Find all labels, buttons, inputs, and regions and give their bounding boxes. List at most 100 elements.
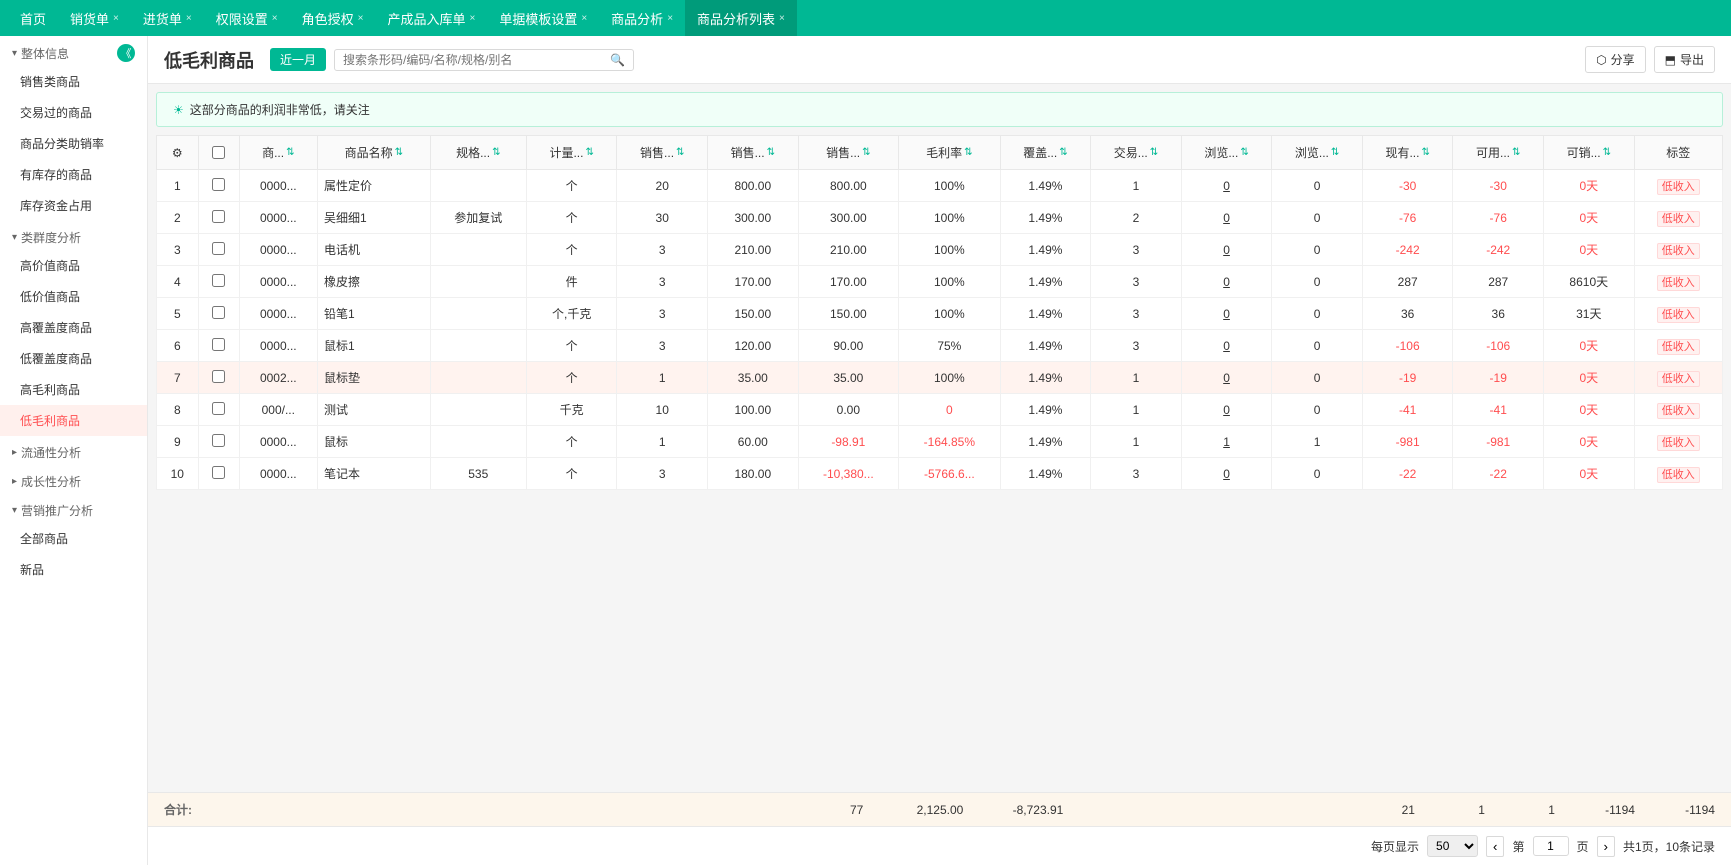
table-row: 7 0002... 鼠标垫 个 1 35.00 35.00 100% 1.49%…	[157, 362, 1723, 394]
collapse-sidebar-button[interactable]: 《	[117, 44, 135, 62]
row-browse1[interactable]: 0	[1181, 362, 1272, 394]
row-tag: 低收入	[1634, 298, 1722, 330]
th-spec[interactable]: 规格... ⇅	[430, 136, 526, 170]
nav-template-settings[interactable]: 单据模板设置 ×	[487, 0, 599, 36]
row-checkbox[interactable]	[212, 178, 225, 191]
row-gross-rate: 100%	[899, 170, 1001, 202]
row-index: 6	[157, 330, 199, 362]
sidebar-group-cluster[interactable]: ▾ 类群度分析	[0, 221, 147, 250]
sort-icon: ⇅	[1150, 147, 1158, 158]
sidebar-item-sales-products[interactable]: 销售类商品	[0, 66, 147, 97]
row-checkbox[interactable]	[212, 466, 225, 479]
th-unit[interactable]: 计量... ⇅	[526, 136, 617, 170]
th-code[interactable]: 商... ⇅	[239, 136, 317, 170]
sidebar-item-high-margin[interactable]: 高毛利商品	[0, 374, 147, 405]
nav-role-auth[interactable]: 角色授权 ×	[290, 0, 376, 36]
th-trades[interactable]: 交易... ⇅	[1091, 136, 1182, 170]
next-page-button[interactable]: ›	[1597, 836, 1615, 857]
date-filter-button[interactable]: 近一月	[270, 48, 326, 71]
close-icon[interactable]: ×	[272, 13, 278, 24]
row-checkbox[interactable]	[212, 434, 225, 447]
th-name[interactable]: 商品名称 ⇅	[318, 136, 431, 170]
search-input[interactable]	[343, 53, 610, 67]
row-checkbox[interactable]	[212, 274, 225, 287]
th-browse2[interactable]: 浏览... ⇅	[1272, 136, 1363, 170]
th-current[interactable]: 现有... ⇅	[1362, 136, 1453, 170]
sidebar-item-category-sales-rate[interactable]: 商品分类助销率	[0, 128, 147, 159]
th-sellable[interactable]: 可销... ⇅	[1544, 136, 1635, 170]
export-icon: ⬒	[1665, 53, 1676, 67]
search-icon[interactable]: 🔍	[610, 53, 625, 67]
sidebar-item-traded-products[interactable]: 交易过的商品	[0, 97, 147, 128]
sidebar-item-new-products[interactable]: 新品	[0, 554, 147, 585]
close-icon[interactable]: ×	[186, 13, 192, 24]
row-current: -106	[1362, 330, 1453, 362]
row-tag: 低收入	[1634, 458, 1722, 490]
sidebar-item-all-products[interactable]: 全部商品	[0, 523, 147, 554]
row-browse1[interactable]: 0	[1181, 266, 1272, 298]
nav-purchase-order[interactable]: 进货单 ×	[131, 0, 204, 36]
th-available[interactable]: 可用... ⇅	[1453, 136, 1544, 170]
th-settings[interactable]: ⚙	[157, 136, 199, 170]
th-browse1[interactable]: 浏览... ⇅	[1181, 136, 1272, 170]
row-browse1[interactable]: 0	[1181, 202, 1272, 234]
row-browse1[interactable]: 0	[1181, 330, 1272, 362]
th-sales3[interactable]: 销售... ⇅	[798, 136, 899, 170]
table-row: 5 0000... 铅笔1 个,千克 3 150.00 150.00 100% …	[157, 298, 1723, 330]
select-all-checkbox[interactable]	[212, 146, 225, 159]
row-sellable: 0天	[1544, 202, 1635, 234]
row-name: 测试	[318, 394, 431, 426]
per-page-select[interactable]: 50 100 200	[1427, 835, 1478, 857]
nav-sales-order[interactable]: 销货单 ×	[58, 0, 131, 36]
row-checkbox[interactable]	[212, 338, 225, 351]
th-sales1[interactable]: 销售... ⇅	[617, 136, 708, 170]
row-sales1: 1	[617, 426, 708, 458]
nav-permissions[interactable]: 权限设置 ×	[204, 0, 290, 36]
sidebar-item-low-coverage[interactable]: 低覆盖度商品	[0, 343, 147, 374]
row-checkbox[interactable]	[212, 242, 225, 255]
sidebar-group-circulation[interactable]: ▸ 流通性分析	[0, 436, 147, 465]
per-page-label: 每页显示	[1371, 838, 1419, 855]
nav-home[interactable]: 首页	[8, 0, 58, 36]
tag-badge: 低收入	[1657, 179, 1700, 195]
row-browse1[interactable]: 0	[1181, 170, 1272, 202]
sidebar-item-stocked-products[interactable]: 有库存的商品	[0, 159, 147, 190]
th-gross-rate[interactable]: 毛利率 ⇅	[899, 136, 1001, 170]
sidebar-group-overall[interactable]: ▾ 整体信息 《	[0, 36, 147, 66]
close-icon[interactable]: ×	[469, 13, 475, 24]
prev-page-button[interactable]: ‹	[1486, 836, 1504, 857]
close-icon[interactable]: ×	[779, 13, 785, 24]
row-browse1[interactable]: 1	[1181, 426, 1272, 458]
row-checkbox[interactable]	[212, 210, 225, 223]
row-browse1[interactable]: 0	[1181, 298, 1272, 330]
th-coverage[interactable]: 覆盖... ⇅	[1000, 136, 1091, 170]
row-checkbox[interactable]	[212, 306, 225, 319]
row-browse1[interactable]: 0	[1181, 234, 1272, 266]
share-button[interactable]: ⬡ 分享	[1585, 46, 1646, 73]
row-sales2: 150.00	[708, 298, 799, 330]
sidebar-item-low-margin[interactable]: 低毛利商品	[0, 405, 147, 436]
sidebar-item-inventory-capital[interactable]: 库存资金占用	[0, 190, 147, 221]
sidebar-group-marketing[interactable]: ▾ 营销推广分析	[0, 494, 147, 523]
nav-product-inbound[interactable]: 产成品入库单 ×	[375, 0, 487, 36]
page-input[interactable]	[1533, 836, 1569, 856]
close-icon[interactable]: ×	[667, 13, 673, 24]
sidebar-item-high-value[interactable]: 高价值商品	[0, 250, 147, 281]
row-checkbox[interactable]	[212, 370, 225, 383]
export-button[interactable]: ⬒ 导出	[1654, 46, 1715, 73]
sort-icon: ⇅	[1331, 147, 1339, 158]
row-name: 鼠标	[318, 426, 431, 458]
close-icon[interactable]: ×	[113, 13, 119, 24]
nav-product-analysis-list[interactable]: 商品分析列表 ×	[685, 0, 797, 36]
chevron-right-icon: ▸	[12, 476, 17, 487]
close-icon[interactable]: ×	[581, 13, 587, 24]
close-icon[interactable]: ×	[358, 13, 364, 24]
row-browse1[interactable]: 0	[1181, 394, 1272, 426]
sidebar-item-high-coverage[interactable]: 高覆盖度商品	[0, 312, 147, 343]
th-sales2[interactable]: 销售... ⇅	[708, 136, 799, 170]
row-browse1[interactable]: 0	[1181, 458, 1272, 490]
sidebar-item-low-value[interactable]: 低价值商品	[0, 281, 147, 312]
sidebar-group-growth[interactable]: ▸ 成长性分析	[0, 465, 147, 494]
row-checkbox[interactable]	[212, 402, 225, 415]
nav-product-analysis[interactable]: 商品分析 ×	[599, 0, 685, 36]
